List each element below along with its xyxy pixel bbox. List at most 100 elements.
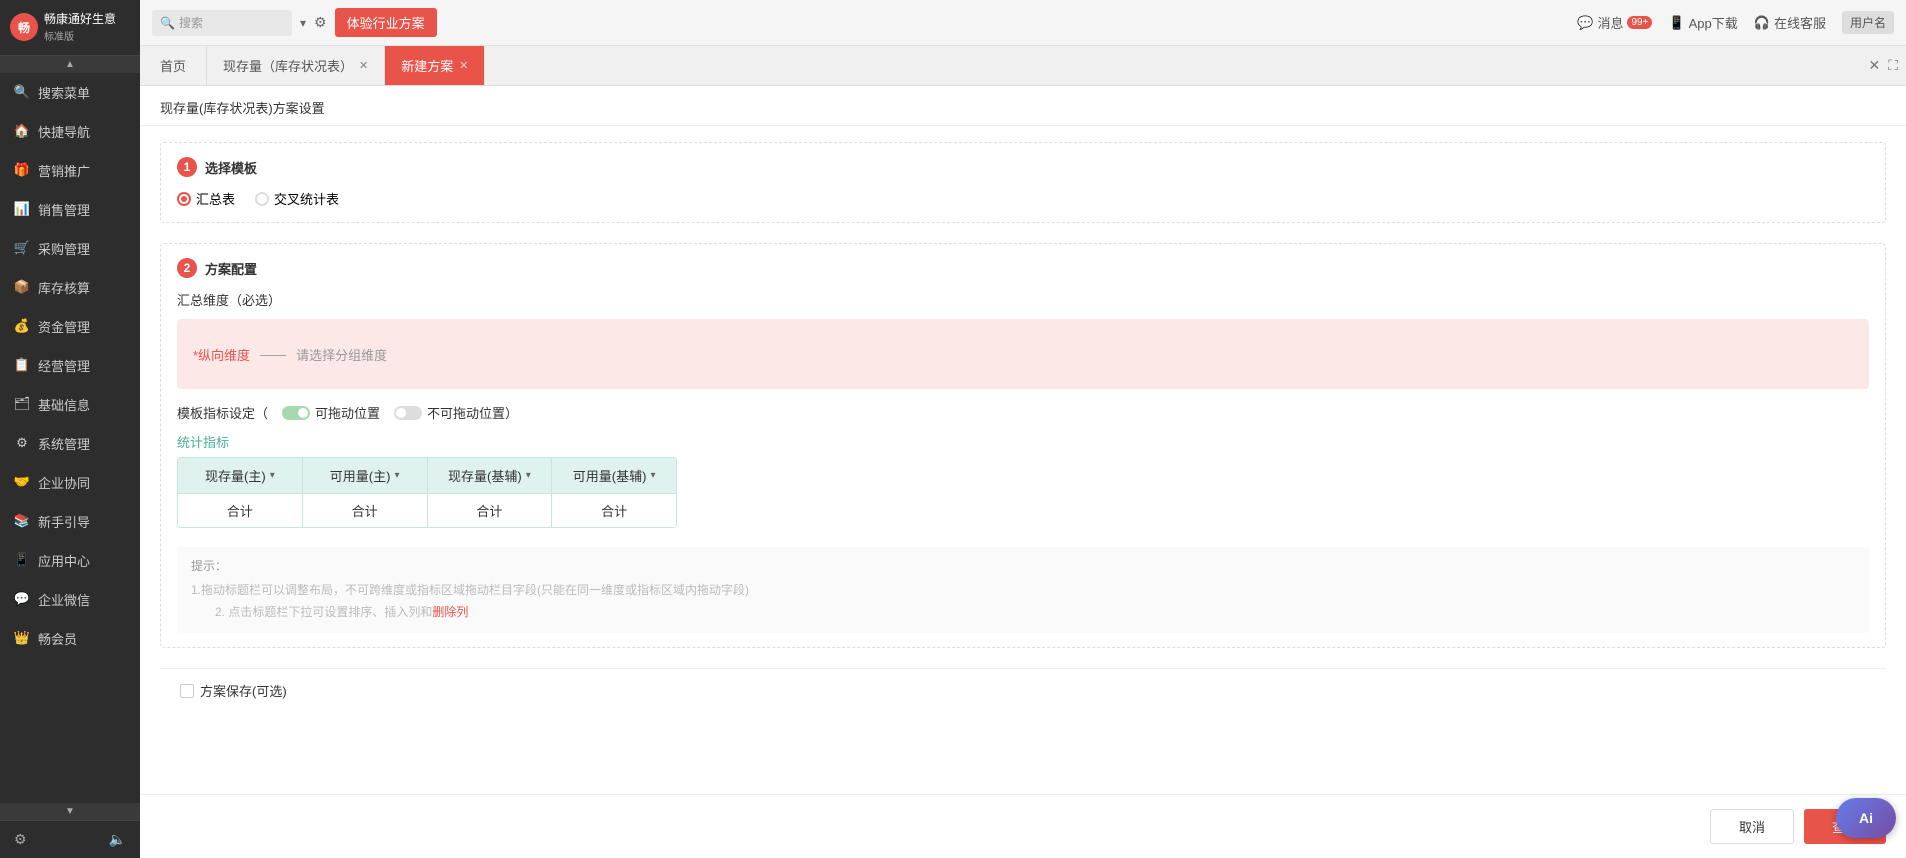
sidebar-item-finance[interactable]: 💰 资金管理 <box>0 307 140 346</box>
radio-summary[interactable]: 汇总表 <box>177 189 235 208</box>
indicator-settings-label: 模板指标设定（ <box>177 403 268 422</box>
tab-new-plan-close[interactable]: ✕ <box>459 59 468 72</box>
non-draggable-label: 不可拖动位置） <box>427 403 518 422</box>
sidebar-item-basic[interactable]: 🗂 基础信息 <box>0 385 140 424</box>
sidebar-item-operation[interactable]: 📋 经营管理 <box>0 346 140 385</box>
app-logo-icon: 畅 <box>10 13 38 41</box>
tips-title: 提示： <box>191 557 1855 574</box>
clipboard-icon: 📋 <box>14 357 30 373</box>
sidebar-item-enterprise-label: 企业协同 <box>38 473 90 492</box>
money-icon: 💰 <box>14 318 30 334</box>
phone-icon: 📱 <box>14 552 30 568</box>
sidebar-item-purchase-label: 采购管理 <box>38 239 90 258</box>
dimension-area[interactable]: *纵向维度 —— 请选择分组维度 <box>177 319 1869 389</box>
action-bar: 取消 查询 <box>140 794 1906 858</box>
sidebar-item-wechat[interactable]: 💬 企业微信 <box>0 580 140 619</box>
save-checkbox-box[interactable] <box>180 684 194 698</box>
stats-col-0-chevron: ▾ <box>270 470 275 481</box>
app-name: 畅康通好生意 <box>44 12 116 28</box>
non-draggable-toggle[interactable] <box>394 406 422 420</box>
topbar-right: 💬 消息 99+ 📱 App下载 🎧 在线客服 用户名 <box>1577 11 1894 34</box>
template-radio-group: 汇总表 交叉统计表 <box>177 189 1869 208</box>
sidebar-nav: 🔍 搜索菜单 🏠 快捷导航 🎁 营销推广 📊 销售管理 🛒 采购管理 📦 库存核… <box>0 73 140 803</box>
service-button[interactable]: 🎧 在线客服 <box>1754 13 1826 32</box>
save-checkbox[interactable]: 方案保存(可选) <box>180 681 287 700</box>
topbar-dropdown[interactable]: ▾ <box>300 16 306 30</box>
stats-col-2-label: 现存量(基辅) <box>448 466 522 485</box>
ai-fab-button[interactable]: Ai <box>1836 798 1896 838</box>
stats-col-3[interactable]: 可用量(基辅) ▾ <box>552 458 676 493</box>
expand-window-icon[interactable]: ⛶ <box>1888 57 1898 74</box>
stats-col-3-chevron: ▾ <box>650 470 655 481</box>
message-button[interactable]: 💬 消息 99+ <box>1577 13 1652 32</box>
sidebar-item-apps[interactable]: 📱 应用中心 <box>0 541 140 580</box>
sidebar-item-shortcut[interactable]: 🏠 快捷导航 <box>0 112 140 151</box>
message-label: 消息 <box>1597 13 1623 32</box>
draggable-label: 可拖动位置 <box>315 403 380 422</box>
stats-cell-0-3: 合计 <box>552 494 676 527</box>
topbar-gear-icon[interactable]: ⚙ <box>314 14 327 31</box>
dimension-placeholder: 请选择分组维度 <box>296 345 387 364</box>
tab-new-plan[interactable]: 新建方案 ✕ <box>385 46 485 85</box>
message-icon: 💬 <box>1577 15 1593 31</box>
sidebar-item-newbie[interactable]: 📚 新手引导 <box>0 502 140 541</box>
stats-col-0[interactable]: 现存量(主) ▾ <box>178 458 303 493</box>
cart-icon: 🛒 <box>14 240 30 256</box>
sidebar-scroll-down[interactable]: ▼ <box>0 803 140 820</box>
sidebar-item-inventory[interactable]: 📦 库存核算 <box>0 268 140 307</box>
app-edition: 标准版 <box>44 28 116 43</box>
close-window-icon[interactable]: ✕ <box>1868 57 1880 74</box>
sidebar-scroll-up[interactable]: ▲ <box>0 56 140 73</box>
sidebar-item-search-label: 搜索菜单 <box>38 83 90 102</box>
topbar-search-box[interactable]: 🔍 搜索 <box>152 10 292 36</box>
topbar-cta-button[interactable]: 体验行业方案 <box>335 8 437 37</box>
tab-inventory-status-close[interactable]: ✕ <box>359 59 368 72</box>
cancel-button[interactable]: 取消 <box>1710 809 1794 844</box>
radio-cross[interactable]: 交叉统计表 <box>255 189 339 208</box>
stats-col-2-chevron: ▾ <box>526 470 531 481</box>
tab-home-label: 首页 <box>160 56 186 75</box>
tabbar-right: ✕ ⛶ <box>1868 57 1906 74</box>
radio-cross-label: 交叉统计表 <box>274 189 339 208</box>
crown-icon: 👑 <box>14 630 30 646</box>
sidebar-item-sales-label: 销售管理 <box>38 200 90 219</box>
stats-col-2[interactable]: 现存量(基辅) ▾ <box>428 458 553 493</box>
user-menu[interactable]: 用户名 <box>1842 11 1894 34</box>
sidebar-item-member[interactable]: 👑 畅会员 <box>0 619 140 658</box>
step1-title: 1 选择模板 <box>177 157 1869 177</box>
sound-icon[interactable]: 🔈 <box>109 831 126 848</box>
tips-block: 提示： 1.拖动标题栏可以调整布局，不可跨维度或指标区域拖动栏目字段(只能在同一… <box>177 547 1869 633</box>
sidebar-item-search[interactable]: 🔍 搜索菜单 <box>0 73 140 112</box>
settings-icon[interactable]: ⚙ <box>14 831 27 848</box>
app-download-icon: 📱 <box>1668 15 1684 31</box>
step2-title: 2 方案配置 <box>177 258 1869 278</box>
chart-icon: 📊 <box>14 201 30 217</box>
stats-col-1[interactable]: 可用量(主) ▾ <box>303 458 428 493</box>
handshake-icon: 🤝 <box>14 474 30 490</box>
tab-inventory-status-label: 现存量（库存状况表） <box>223 56 353 75</box>
tips-item-1-link[interactable]: 删除列 <box>432 605 468 619</box>
sidebar-item-purchase[interactable]: 🛒 采购管理 <box>0 229 140 268</box>
sidebar-item-marketing[interactable]: 🎁 营销推广 <box>0 151 140 190</box>
stats-col-1-label: 可用量(主) <box>330 466 391 485</box>
draggable-toggle[interactable] <box>282 406 310 420</box>
stats-cell-0-0: 合计 <box>178 494 303 527</box>
app-download-button[interactable]: 📱 App下载 <box>1668 13 1737 32</box>
step1-title-text: 选择模板 <box>205 158 257 177</box>
main-content: 现存量(库存状况表)方案设置 1 选择模板 汇总表 交叉统计表 <box>140 86 1906 794</box>
indicator-toggle-bar: 模板指标设定（ 可拖动位置 不可拖动位置） <box>177 403 1869 422</box>
folder-icon: 🗂 <box>14 396 30 412</box>
sidebar-item-system[interactable]: ⚙ 系统管理 <box>0 424 140 463</box>
stats-table-header: 现存量(主) ▾ 可用量(主) ▾ 现存量(基辅) ▾ <box>178 458 676 493</box>
book-icon: 📚 <box>14 513 30 529</box>
radio-summary-dot <box>177 192 191 206</box>
tab-home[interactable]: 首页 <box>140 46 207 85</box>
sidebar-item-enterprise[interactable]: 🤝 企业协同 <box>0 463 140 502</box>
gift-icon: 🎁 <box>14 162 30 178</box>
sidebar-item-wechat-label: 企业微信 <box>38 590 90 609</box>
stats-table-row: 合计 合计 合计 合计 <box>178 493 676 527</box>
stats-table: 现存量(主) ▾ 可用量(主) ▾ 现存量(基辅) ▾ <box>177 457 677 528</box>
tips-item-1-text: 2. 点击标题栏下拉可设置排序、插入列和 <box>191 605 432 619</box>
tab-inventory-status[interactable]: 现存量（库存状况表） ✕ <box>207 46 385 85</box>
sidebar-item-sales[interactable]: 📊 销售管理 <box>0 190 140 229</box>
